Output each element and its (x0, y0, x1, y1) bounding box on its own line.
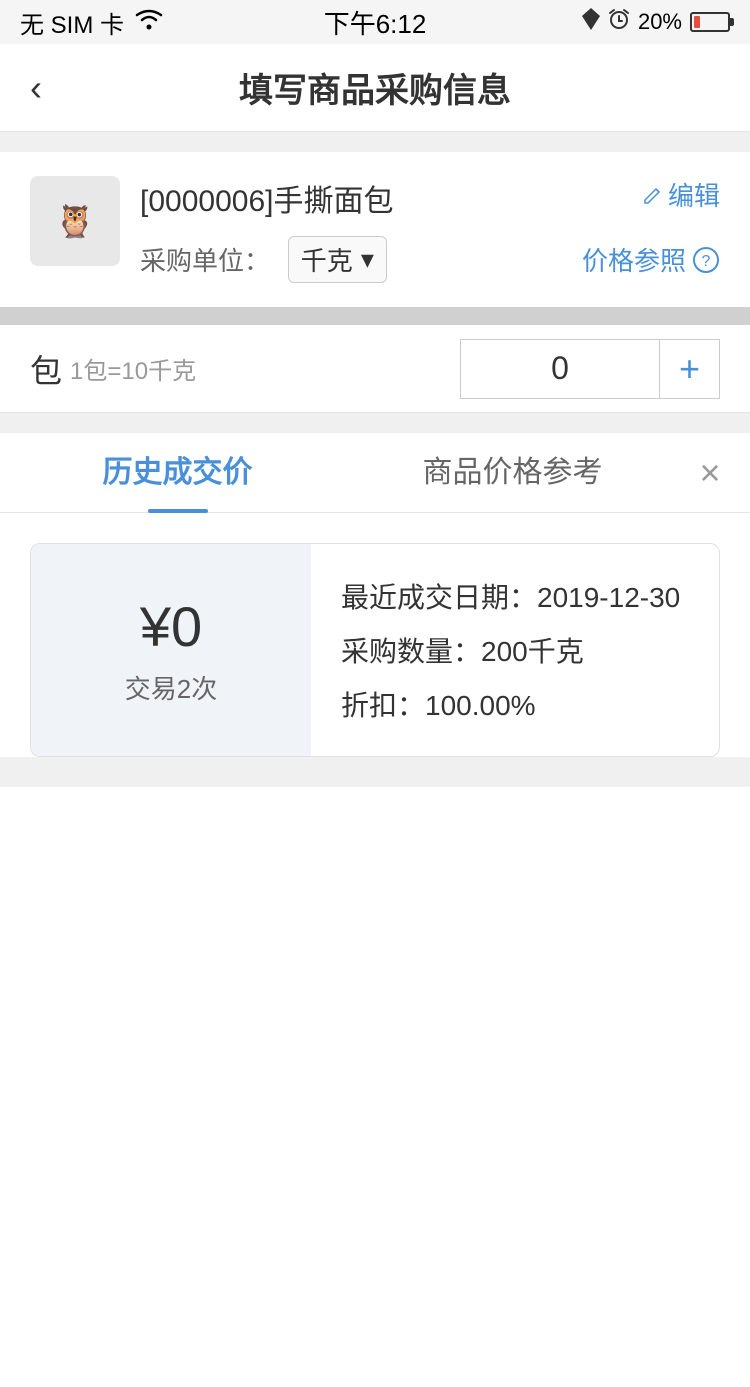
product-thumbnail: 🦉 (30, 176, 120, 266)
discount-row: 折扣：100.00% (341, 684, 689, 724)
price-ref-button[interactable]: 价格参照 ? (582, 241, 720, 278)
history-trades-count: 交易2次 (125, 669, 217, 706)
unit-label: 采购单位： (140, 246, 270, 276)
alarm-icon (608, 8, 630, 36)
carrier-text: 无 SIM 卡 (20, 5, 124, 40)
qty-hint: 1包=10千克 (70, 351, 460, 386)
discount-value: 100.00% (425, 690, 536, 721)
svg-text:?: ? (702, 253, 711, 270)
recent-date-label: 最近成交日期： (341, 582, 537, 613)
location-icon (582, 8, 600, 36)
tab-history-price[interactable]: 历史成交价 (10, 433, 345, 513)
history-detail-column: 最近成交日期：2019-12-30 采购数量：200千克 折扣：100.00% (311, 544, 719, 756)
quantity-input[interactable] (460, 339, 660, 399)
product-info: [0000006]手撕面包 编辑 采购单位： 千克 ▾ 价格参照 ? (140, 176, 720, 283)
edit-button[interactable]: 编辑 (642, 176, 720, 213)
battery-icon (690, 12, 730, 32)
qty-input-wrap: + (460, 339, 720, 399)
product-unit-row: 采购单位： 千克 ▾ 价格参照 ? (140, 236, 720, 283)
qty-plus-button[interactable]: + (660, 339, 720, 399)
history-card: ¥0 交易2次 最近成交日期：2019-12-30 采购数量：200千克 折扣：… (30, 543, 720, 757)
product-header: [0000006]手撕面包 编辑 (140, 176, 720, 220)
battery-percent: 20% (638, 9, 682, 35)
unit-selector-group: 采购单位： 千克 ▾ (140, 236, 387, 283)
status-bar: 无 SIM 卡 下午6:12 20% (0, 0, 750, 44)
status-time: 下午6:12 (324, 4, 427, 41)
recent-date-value: 2019-12-30 (537, 582, 680, 613)
purchase-qty-value: 200千克 (481, 636, 584, 667)
history-price-column: ¥0 交易2次 (31, 544, 311, 756)
quantity-row: 包 1包=10千克 + (0, 325, 750, 413)
unit-dropdown[interactable]: 千克 ▾ (288, 236, 387, 283)
product-icon: 🦉 (55, 202, 95, 240)
tabs-section: 历史成交价 商品价格参考 × ¥0 交易2次 最近成交日期：2019-12-30… (0, 433, 750, 757)
purchase-qty-row: 采购数量：200千克 (341, 630, 689, 670)
bottom-area (0, 787, 750, 1387)
back-button[interactable]: ‹ (30, 67, 42, 109)
product-name: [0000006]手撕面包 (140, 176, 393, 220)
discount-label: 折扣： (341, 690, 425, 721)
product-card: 🦉 [0000006]手撕面包 编辑 采购单位： 千克 ▾ 价格参照 ? (0, 152, 750, 307)
recent-date-row: 最近成交日期：2019-12-30 (341, 576, 689, 616)
unit-value: 千克 (301, 241, 353, 278)
page-title: 填写商品采购信息 (239, 63, 511, 112)
status-left: 无 SIM 卡 (20, 5, 164, 40)
wifi-icon (134, 8, 164, 37)
tabs-header: 历史成交价 商品价格参考 × (0, 433, 750, 513)
tabs-close-button[interactable]: × (680, 443, 740, 503)
purchase-qty-label: 采购数量： (341, 636, 481, 667)
gray-divider (0, 307, 750, 325)
qty-unit-label: 包 (30, 346, 62, 392)
battery-fill (694, 16, 700, 28)
history-price-value: ¥0 (140, 594, 202, 659)
dropdown-arrow-icon: ▾ (361, 244, 374, 275)
status-right: 20% (582, 8, 730, 36)
nav-bar: ‹ 填写商品采购信息 (0, 44, 750, 132)
tab-product-price-ref[interactable]: 商品价格参考 (345, 433, 680, 513)
